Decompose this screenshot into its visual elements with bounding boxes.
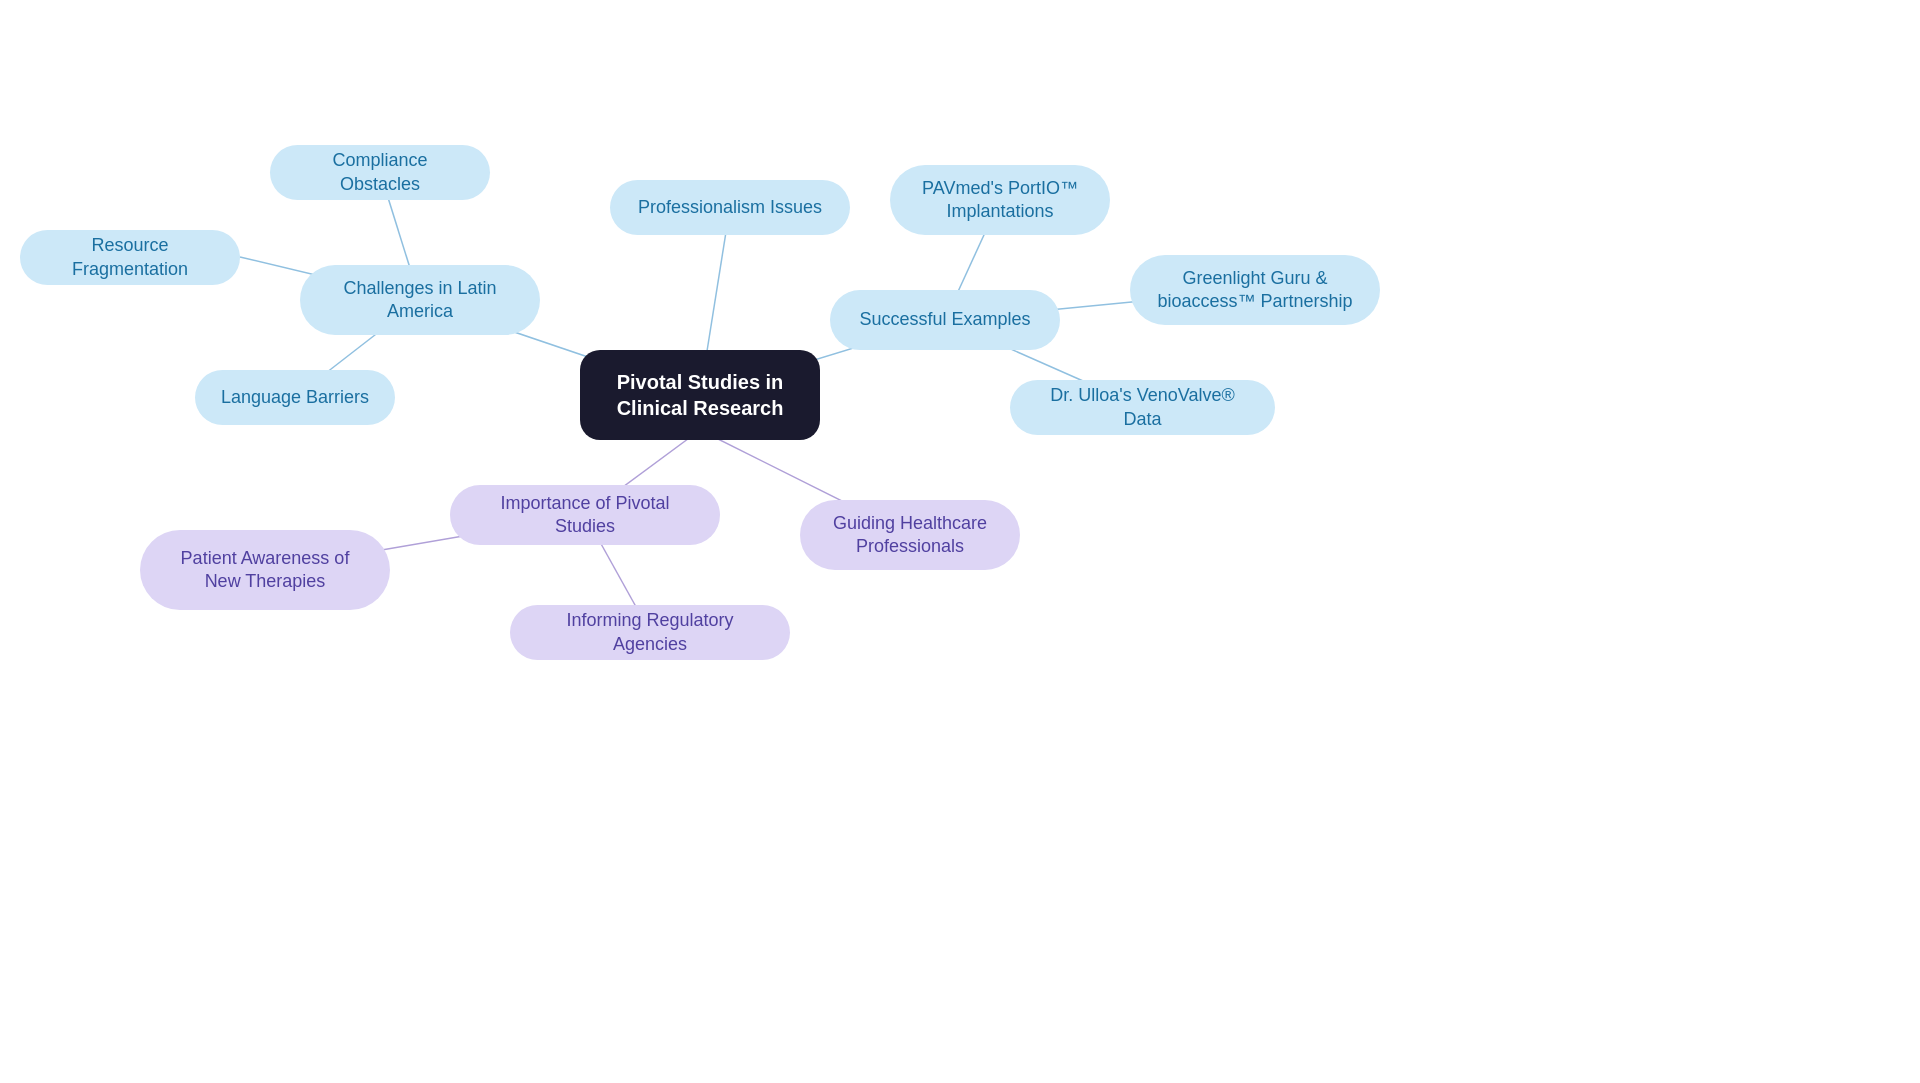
successful-node[interactable]: Successful Examples [830, 290, 1060, 350]
guiding-node[interactable]: Guiding Healthcare Professionals [800, 500, 1020, 570]
language-label: Language Barriers [221, 386, 369, 409]
pavmed-node[interactable]: PAVmed's PortIO™ Implantations [890, 165, 1110, 235]
informing-node[interactable]: Informing Regulatory Agencies [510, 605, 790, 660]
professionalism-node[interactable]: Professionalism Issues [610, 180, 850, 235]
challenges-label: Challenges in Latin America [322, 277, 518, 324]
patient-label: Patient Awareness of New Therapies [162, 547, 368, 594]
importance-node[interactable]: Importance of Pivotal Studies [450, 485, 720, 545]
informing-label: Informing Regulatory Agencies [532, 609, 768, 656]
importance-label: Importance of Pivotal Studies [472, 492, 698, 539]
guiding-label: Guiding Healthcare Professionals [822, 512, 998, 559]
challenges-node[interactable]: Challenges in Latin America [300, 265, 540, 335]
patient-node[interactable]: Patient Awareness of New Therapies [140, 530, 390, 610]
greenlight-label: Greenlight Guru & bioaccess™ Partnership [1152, 267, 1358, 314]
compliance-label: Compliance Obstacles [292, 149, 468, 196]
successful-label: Successful Examples [859, 308, 1030, 331]
center-node: Pivotal Studies in Clinical Research [580, 350, 820, 440]
language-node[interactable]: Language Barriers [195, 370, 395, 425]
ulloa-node[interactable]: Dr. Ulloa's VenoValve® Data [1010, 380, 1275, 435]
compliance-node[interactable]: Compliance Obstacles [270, 145, 490, 200]
ulloa-label: Dr. Ulloa's VenoValve® Data [1032, 384, 1253, 431]
center-node-label: Pivotal Studies in Clinical Research [602, 369, 798, 421]
resource-node[interactable]: Resource Fragmentation [20, 230, 240, 285]
greenlight-node[interactable]: Greenlight Guru & bioaccess™ Partnership [1130, 255, 1380, 325]
professionalism-label: Professionalism Issues [638, 196, 822, 219]
pavmed-label: PAVmed's PortIO™ Implantations [912, 177, 1088, 224]
resource-label: Resource Fragmentation [42, 234, 218, 281]
